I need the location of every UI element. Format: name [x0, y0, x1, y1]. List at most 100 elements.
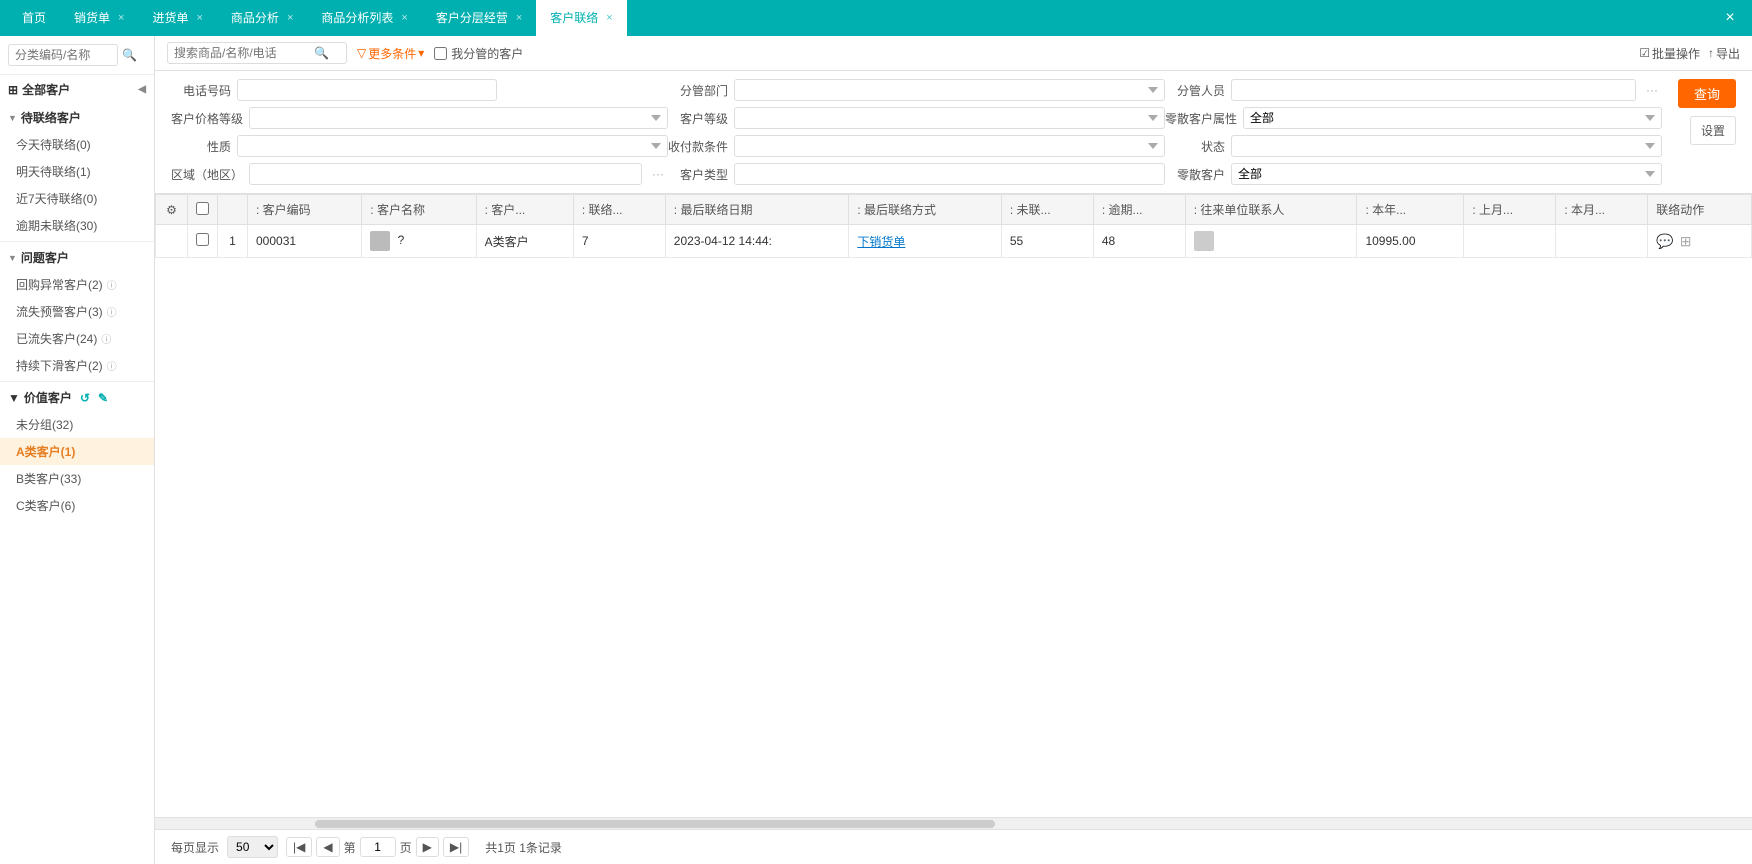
close-all-button[interactable]: × — [1716, 4, 1744, 32]
page-size-select[interactable]: 50 100 200 — [227, 836, 278, 858]
filter-region-label: 区域（地区） — [171, 166, 243, 183]
nav-purchase[interactable]: 进货单 × — [138, 0, 216, 36]
filter-customer-grade-wrapper — [734, 107, 1165, 129]
filter-scatter-attr-select[interactable]: 全部 — [1243, 107, 1662, 129]
my-customers-check[interactable] — [434, 47, 447, 60]
nav-customer-tier-close[interactable]: × — [516, 0, 522, 36]
select-all-checkbox[interactable] — [196, 202, 209, 215]
col-setting[interactable]: ⚙ — [156, 195, 188, 225]
qr-icon[interactable]: ⊞ — [1680, 233, 1692, 250]
filter-phone-input[interactable] — [237, 79, 497, 101]
col-contact-action: 联络动作 — [1648, 195, 1752, 225]
cell-actions: 💬 ⊞ — [1648, 225, 1752, 258]
filter-region-dots[interactable]: ··· — [648, 167, 668, 181]
filter-scatter-select[interactable]: 全部 — [1231, 163, 1662, 185]
search-input[interactable] — [174, 46, 314, 60]
filter-region-input[interactable] — [249, 163, 642, 185]
nav-customer-tier[interactable]: 客户分层经营 × — [422, 0, 536, 36]
filter-customer-grade-select[interactable] — [734, 107, 1165, 129]
filter-manager-dots[interactable]: ··· — [1642, 83, 1662, 97]
filter-manager-input[interactable] — [1231, 79, 1636, 101]
sidebar-item-b-class[interactable]: B类客户(33) — [0, 465, 154, 492]
cell-last-month — [1464, 225, 1556, 258]
sidebar-item-a-class[interactable]: A类客户(1) — [0, 438, 154, 465]
col-contact: : 联络... — [573, 195, 665, 225]
sidebar-divider-2 — [0, 381, 154, 382]
nav-sales-close[interactable]: × — [118, 0, 124, 36]
filter-payment-select[interactable] — [734, 135, 1165, 157]
search-icon[interactable]: 🔍 — [314, 46, 329, 60]
refresh-icon[interactable]: ↺ — [80, 391, 90, 405]
nav-customer-contact[interactable]: 客户联络 × — [536, 0, 626, 36]
filter-nature-select[interactable] — [237, 135, 668, 157]
nav-purchase-close[interactable]: × — [196, 0, 202, 36]
filter-payment-label: 收付款条件 — [668, 138, 728, 155]
sidebar-search-input[interactable] — [8, 44, 118, 66]
sidebar-problem-section[interactable]: ▼ 问题客户 — [0, 244, 154, 271]
batch-ops-button[interactable]: ☑ 批量操作 — [1639, 45, 1700, 62]
filter-dept-label: 分管部门 — [668, 82, 728, 99]
horizontal-scrollbar[interactable] — [155, 817, 1752, 829]
nav-product-analysis-list-close[interactable]: × — [401, 0, 407, 36]
scrollbar-thumb[interactable] — [315, 820, 995, 828]
filter-dept-wrapper — [734, 79, 1165, 101]
cell-last-method[interactable]: 下销货单 — [849, 225, 1002, 258]
triangle-icon: ▼ — [8, 113, 17, 123]
sidebar: 🔍 ⊞ 全部客户 ◀ ▼ 待联络客户 今天待联络(0) 明天待联络(1) 近7天… — [0, 36, 155, 864]
sidebar-item-churned[interactable]: 已流失客户(24) ⓘ — [0, 325, 154, 352]
sidebar-search-icon[interactable]: 🔍 — [122, 48, 137, 62]
filter-row-3: 性质 收付款条件 — [171, 135, 1662, 157]
edit-icon[interactable]: ✎ — [98, 391, 108, 405]
sidebar-item-declining[interactable]: 持续下滑客户(2) ⓘ — [0, 352, 154, 379]
more-conditions-button[interactable]: ▽ 更多条件 — [357, 45, 424, 62]
filter-status-select[interactable] — [1231, 135, 1662, 157]
sidebar-all-customers[interactable]: ⊞ 全部客户 ◀ — [0, 75, 154, 104]
cell-overdue: 48 — [1093, 225, 1185, 258]
sidebar-item-overdue[interactable]: 逾期未联络(30) — [0, 212, 154, 239]
search-box: 🔍 — [167, 42, 347, 64]
nav-customer-contact-close[interactable]: × — [606, 0, 612, 36]
sidebar-item-7days[interactable]: 近7天待联络(0) — [0, 185, 154, 212]
nav-product-analysis-list[interactable]: 商品分析列表 × — [307, 0, 421, 36]
page-input[interactable] — [360, 837, 396, 857]
filter-price-grade-wrapper — [249, 107, 668, 129]
nav-product-analysis[interactable]: 商品分析 × — [217, 0, 307, 36]
sidebar-item-churn-warning[interactable]: 流失预警客户(3) ⓘ — [0, 298, 154, 325]
filter-customer-type-input[interactable] — [734, 163, 1165, 185]
query-button[interactable]: 查询 — [1678, 79, 1736, 108]
filter-dept-select[interactable] — [734, 79, 1165, 101]
row-checkbox[interactable] — [196, 233, 209, 246]
next-page-button[interactable]: ▶ — [416, 837, 439, 857]
page-suffix: 页 — [400, 839, 412, 856]
filter-customer-grade: 客户等级 — [668, 107, 1165, 129]
filter-customer-type-label: 客户类型 — [668, 166, 728, 183]
filter-price-grade-select[interactable] — [249, 107, 668, 129]
last-page-button[interactable]: ▶| — [443, 837, 469, 857]
my-customers-checkbox[interactable]: 我分管的客户 — [434, 45, 523, 62]
export-button[interactable]: ↑ 导出 — [1708, 45, 1740, 62]
triangle-icon-3: ▼ — [8, 391, 20, 405]
check-square-icon: ☑ — [1639, 46, 1650, 60]
sidebar-item-repurchase-abnormal[interactable]: 回购异常客户(2) ⓘ — [0, 271, 154, 298]
sidebar-item-today[interactable]: 今天待联络(0) — [0, 131, 154, 158]
nav-sales[interactable]: 销货单 × — [60, 0, 138, 36]
col-category: : 客户... — [476, 195, 573, 225]
nav-product-analysis-close[interactable]: × — [287, 0, 293, 36]
top-nav: 首页 销货单 × 进货单 × 商品分析 × 商品分析列表 × 客户分层经营 × … — [0, 0, 1752, 36]
filter-manager-label: 分管人员 — [1165, 82, 1225, 99]
chat-icon[interactable]: 💬 — [1656, 233, 1673, 250]
col-code: : 客户编码 — [248, 195, 362, 225]
sidebar-pending-section[interactable]: ▼ 待联络客户 — [0, 104, 154, 131]
settings-button[interactable]: 设置 — [1690, 116, 1736, 145]
triangle-icon-2: ▼ — [8, 253, 17, 263]
first-page-button[interactable]: |◀ — [286, 837, 312, 857]
cell-this-year: 10995.00 — [1357, 225, 1464, 258]
nav-home[interactable]: 首页 — [8, 0, 60, 36]
sidebar-item-tomorrow[interactable]: 明天待联络(1) — [0, 158, 154, 185]
prev-page-button[interactable]: ◀ — [316, 837, 339, 857]
sidebar-item-c-class[interactable]: C类客户(6) — [0, 492, 154, 519]
sidebar-value-section[interactable]: ▼ 价值客户 ↺ ✎ — [0, 384, 154, 411]
filter-customer-type: 客户类型 — [668, 163, 1165, 185]
cell-contact: 7 — [573, 225, 665, 258]
sidebar-item-ungrouped[interactable]: 未分组(32) — [0, 411, 154, 438]
